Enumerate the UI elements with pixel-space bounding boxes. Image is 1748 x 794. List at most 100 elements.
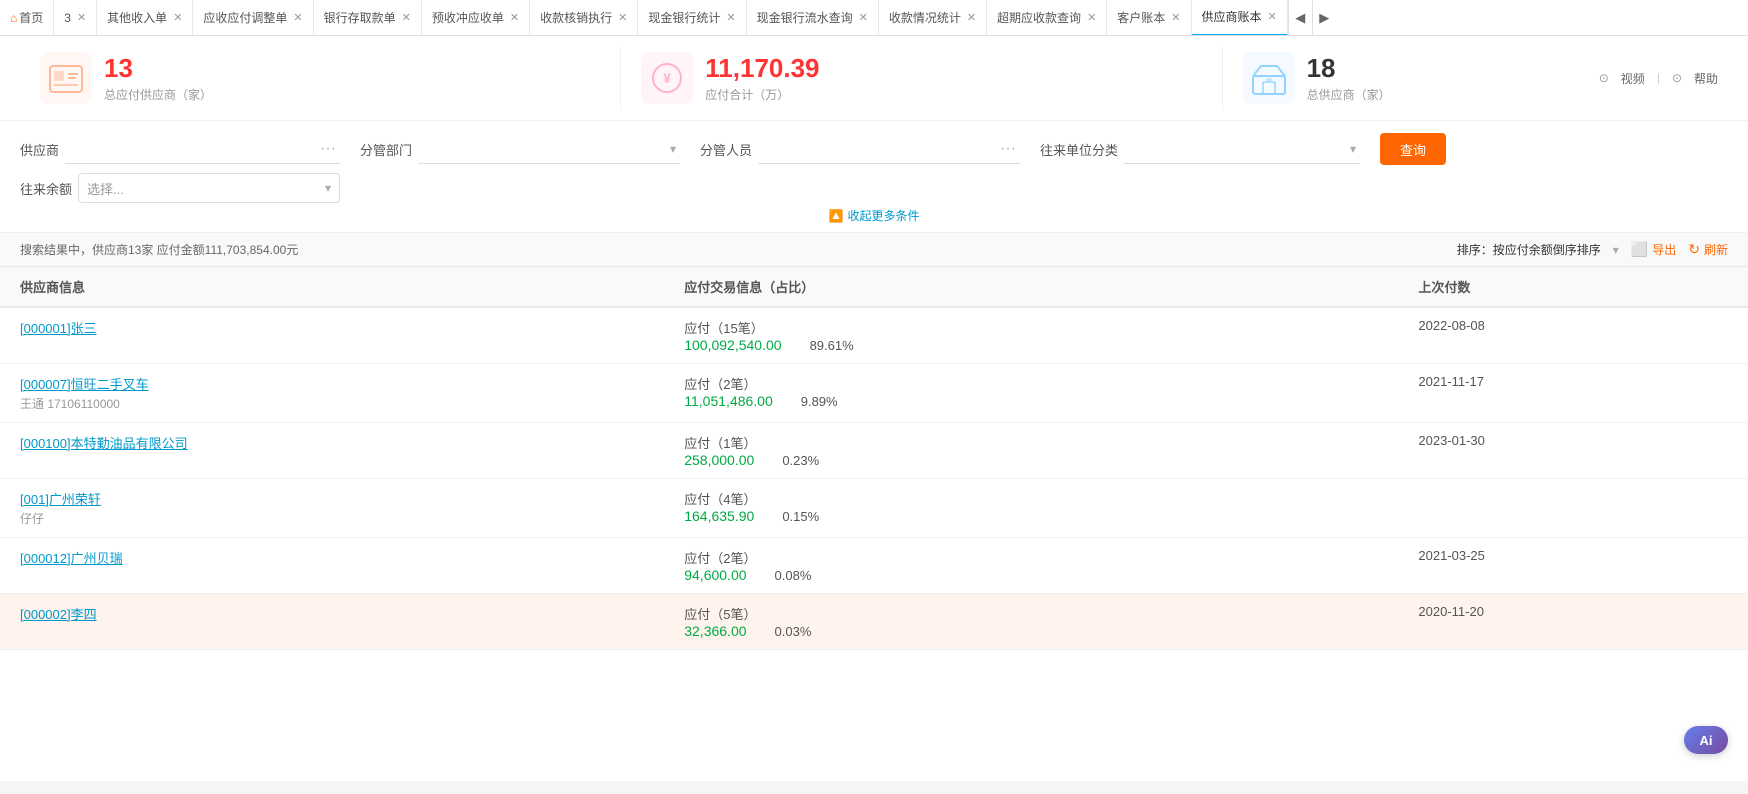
- close-tab-3[interactable]: ✕: [77, 11, 86, 24]
- tab-cash-bank-stat[interactable]: 现金银行统计 ✕: [638, 0, 746, 36]
- col-header-supplier: 供应商信息: [0, 267, 664, 307]
- close-customer-account[interactable]: ✕: [1171, 11, 1180, 24]
- percent-0: 89.61%: [810, 338, 854, 353]
- percent-3: 0.15%: [782, 509, 819, 524]
- refresh-button[interactable]: ↻ 刷新: [1688, 241, 1728, 258]
- collapse-label: 收起更多条件: [847, 207, 919, 224]
- amount-label-4: 应付（2笔）: [684, 548, 1378, 567]
- tab-cash-bank-stat-label: 现金银行统计: [648, 9, 720, 26]
- nav-arrow-left[interactable]: ◀: [1288, 0, 1312, 36]
- sort-label: 排序：按应付余额倒序排序: [1457, 241, 1601, 258]
- help-link[interactable]: 帮助: [1694, 70, 1718, 87]
- suppliers-table: 供应商信息 应付交易信息（占比） 上次付数 [000001]张三应付（15笔）1…: [0, 267, 1748, 650]
- close-overdue-collect[interactable]: ✕: [1087, 11, 1096, 24]
- supplier-link-4[interactable]: [000012]广州贝瑞: [20, 551, 123, 566]
- tab-supplier-account[interactable]: 供应商账本 ✕: [1192, 0, 1288, 36]
- tab-advance-collect[interactable]: 预收冲应收单 ✕: [422, 0, 530, 36]
- table-row: [000002]李四 应付（5笔）32,366.000.03% 2020-11-20: [0, 594, 1748, 650]
- dept-input[interactable]: [422, 141, 670, 156]
- close-collect-stat[interactable]: ✕: [967, 11, 976, 24]
- tab-other-income[interactable]: 其他收入单 ✕: [97, 0, 193, 36]
- percent-2: 0.23%: [782, 453, 819, 468]
- summary-text-payable: 13 总应付供应商（家）: [104, 53, 212, 103]
- tab-customer-account[interactable]: 客户账本 ✕: [1107, 0, 1191, 36]
- dept-dropdown-icon[interactable]: ▾: [670, 142, 676, 156]
- supplier-dots-icon[interactable]: ···: [320, 140, 336, 158]
- summary-icon-amount: ¥: [641, 52, 693, 104]
- tab-overdue-collect[interactable]: 超期应收款查询 ✕: [987, 0, 1107, 36]
- person-dots-icon[interactable]: ···: [1000, 140, 1016, 158]
- nav-arrow-right[interactable]: ▶: [1312, 0, 1336, 36]
- tab-other-income-label: 其他收入单: [107, 9, 167, 26]
- supplier-link-3[interactable]: [001]广州荣轩: [20, 492, 101, 507]
- tab-collect-stat[interactable]: 收款情况统计 ✕: [879, 0, 987, 36]
- balance-input[interactable]: [87, 181, 325, 196]
- video-link[interactable]: 视频: [1621, 70, 1645, 87]
- last-pay-cell-2: 2023-01-30: [1398, 423, 1748, 479]
- tab-3-label: 3: [64, 11, 71, 25]
- collapse-button[interactable]: 🔼 收起更多条件: [829, 207, 920, 224]
- close-bank-deposit[interactable]: ✕: [402, 11, 411, 24]
- tab-cash-bank-flow[interactable]: 现金银行流水查询 ✕: [747, 0, 879, 36]
- last-pay-cell-1: 2021-11-17: [1398, 364, 1748, 423]
- last-pay-cell-0: 2022-08-08: [1398, 307, 1748, 364]
- amount-value-3[interactable]: 164,635.90: [684, 508, 754, 524]
- tab-home[interactable]: ⌂ 首页: [0, 0, 54, 36]
- dept-input-wrapper: ▾: [418, 134, 680, 164]
- tab-collect-verify[interactable]: 收款核销执行 ✕: [530, 0, 638, 36]
- transaction-cell-3: 应付（4笔）164,635.90 0.15%: [664, 479, 1398, 538]
- table-row: [000001]张三 应付（15笔）100,092,540.00 89.61% 202…: [0, 307, 1748, 364]
- supplier-link-5[interactable]: [000002]李四: [20, 607, 97, 622]
- payable-suppliers-count: 13: [104, 53, 212, 84]
- close-cash-bank-flow[interactable]: ✕: [859, 11, 868, 24]
- tab-bank-deposit[interactable]: 银行存取款单 ✕: [314, 0, 422, 36]
- close-collect-verify[interactable]: ✕: [618, 11, 627, 24]
- close-cash-bank-stat[interactable]: ✕: [726, 11, 735, 24]
- supplier-link-0[interactable]: [000001]张三: [20, 321, 97, 336]
- person-input[interactable]: [762, 141, 1000, 156]
- ai-button[interactable]: Ai: [1684, 726, 1728, 754]
- amount-label-0: 应付（15笔）: [684, 318, 1378, 337]
- export-button[interactable]: ⬜ 导出: [1631, 241, 1676, 258]
- last-pay-cell-4: 2021-03-25: [1398, 538, 1748, 594]
- table-container: 供应商信息 应付交易信息（占比） 上次付数 [000001]张三应付（15笔）1…: [0, 267, 1748, 781]
- amount-label-2: 应付（1笔）: [684, 433, 1378, 452]
- summary-text-total: 18 总供应商（家）: [1307, 53, 1391, 103]
- summary-card-amount: ¥ 11,170.39 应付合计（万）: [621, 46, 1222, 110]
- amount-value-1[interactable]: 11,051,486.00: [684, 393, 773, 409]
- supplier-cell-2: [000100]本特勤油品有限公司: [0, 423, 664, 479]
- close-other-income[interactable]: ✕: [173, 11, 182, 24]
- last-pay-date-0: 2022-08-08: [1418, 318, 1485, 333]
- category-input[interactable]: [1128, 141, 1350, 156]
- transaction-cell-5: 应付（5笔）32,366.000.03%: [664, 594, 1398, 650]
- supplier-link-2[interactable]: [000100]本特勤油品有限公司: [20, 436, 188, 451]
- close-payable-adjust[interactable]: ✕: [293, 11, 302, 24]
- close-supplier-account[interactable]: ✕: [1268, 10, 1277, 23]
- amount-value-4[interactable]: 94,600.00: [684, 567, 746, 583]
- supplier-link-1[interactable]: [000007]恒旺二手叉车: [20, 377, 149, 392]
- supplier-input[interactable]: [69, 134, 320, 164]
- total-suppliers-count: 18: [1307, 53, 1391, 84]
- query-button[interactable]: 查询: [1380, 133, 1446, 165]
- last-pay-date-4: 2021-03-25: [1418, 548, 1485, 563]
- close-advance-collect[interactable]: ✕: [510, 11, 519, 24]
- category-dropdown-icon[interactable]: ▾: [1350, 142, 1356, 156]
- balance-input-wrapper: ▾: [78, 173, 340, 203]
- amount-label-3: 应付（4笔）: [684, 489, 1378, 508]
- amount-value-5[interactable]: 32,366.00: [684, 623, 746, 639]
- category-input-wrapper: ▾: [1124, 134, 1360, 164]
- supplier-cell-3: [001]广州荣轩仔仔: [0, 479, 664, 538]
- amount-value-0[interactable]: 100,092,540.00: [684, 337, 781, 353]
- export-label: 导出: [1652, 241, 1676, 258]
- tab-3[interactable]: 3 ✕: [54, 0, 97, 36]
- supplier-cell-4: [000012]广州贝瑞: [0, 538, 664, 594]
- refresh-icon: ↻: [1688, 241, 1700, 258]
- tab-bank-deposit-label: 银行存取款单: [324, 9, 396, 26]
- top-navigation: ⌂ 首页 3 ✕ 其他收入单 ✕ 应收应付调整单 ✕ 银行存取款单 ✕ 预收冲应…: [0, 0, 1748, 36]
- tab-overdue-collect-label: 超期应收款查询: [997, 9, 1081, 26]
- last-pay-date-5: 2020-11-20: [1418, 604, 1484, 619]
- amount-value-2[interactable]: 258,000.00: [684, 452, 754, 468]
- tab-payable-adjust[interactable]: 应收应付调整单 ✕: [193, 0, 313, 36]
- col-header-transaction: 应付交易信息（占比）: [664, 267, 1398, 307]
- balance-dropdown-icon[interactable]: ▾: [325, 181, 331, 195]
